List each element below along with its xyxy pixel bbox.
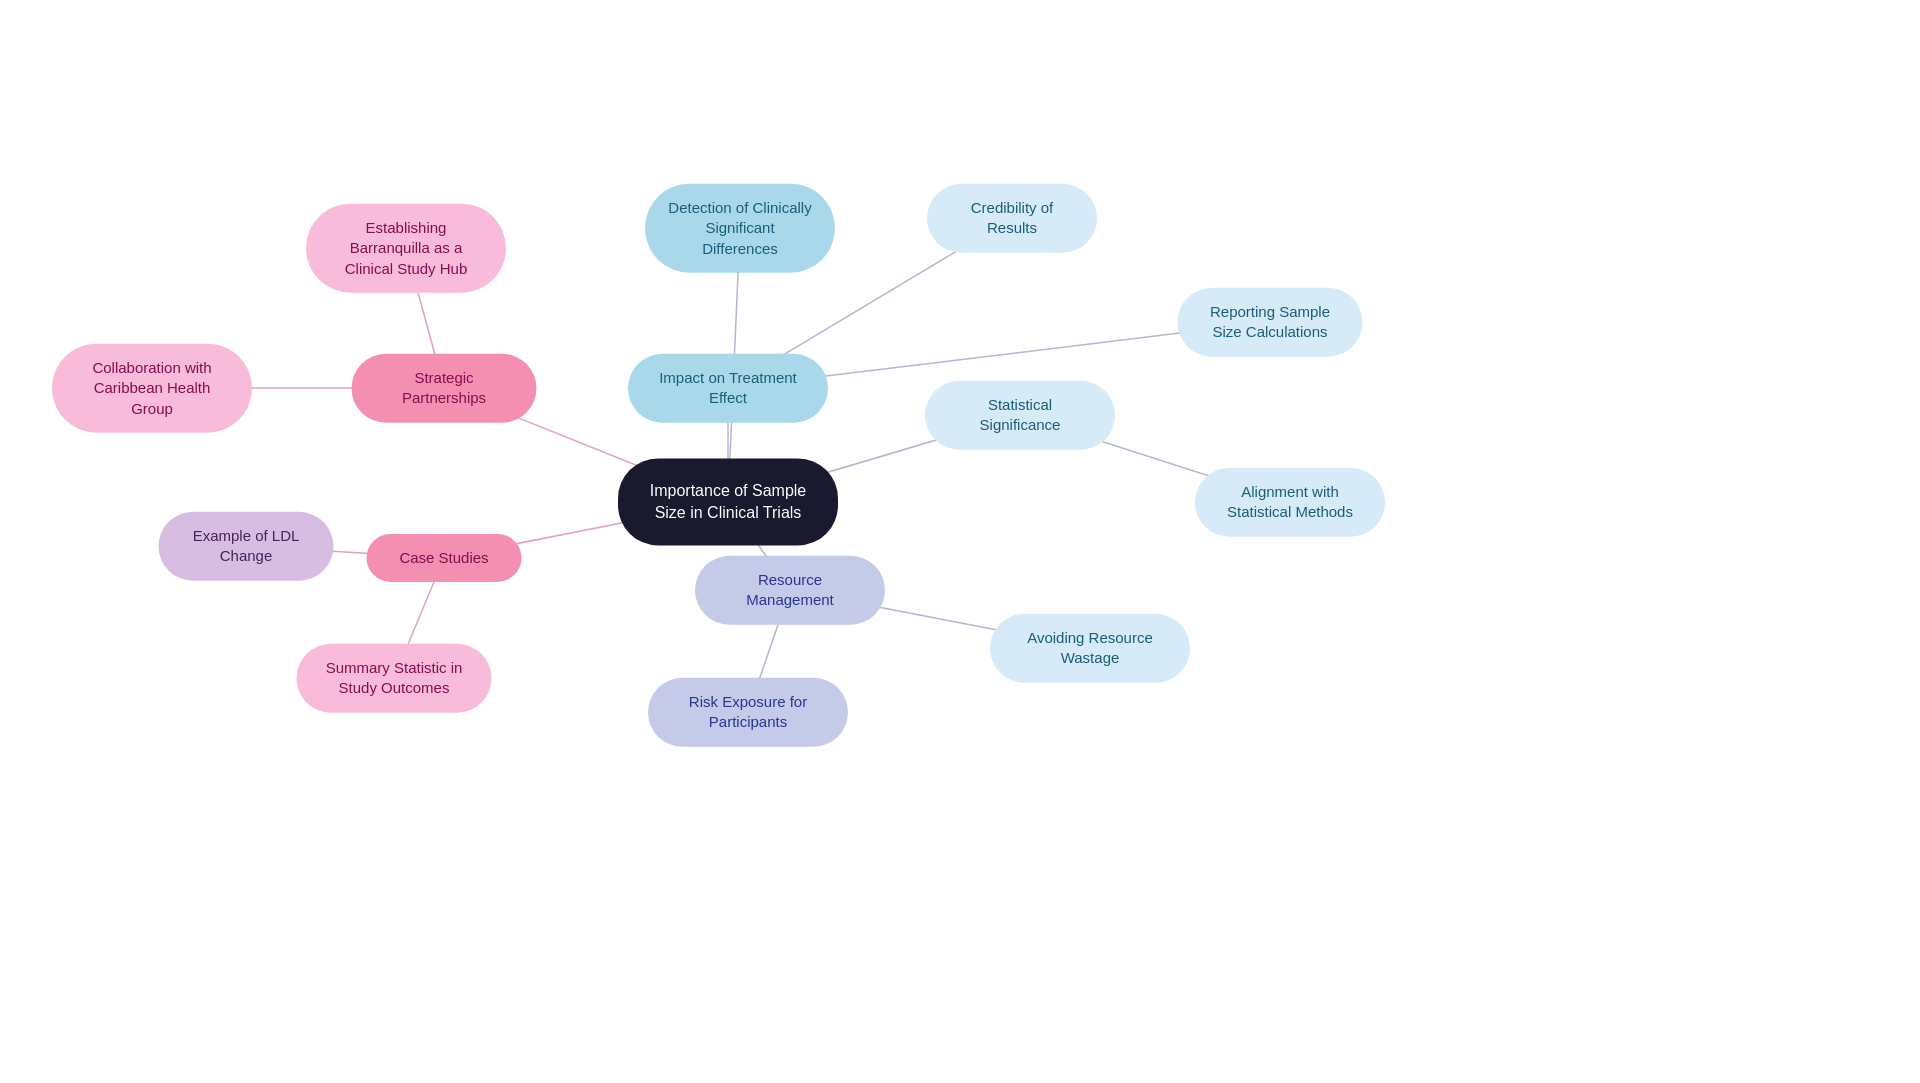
node-detection[interactable]: Detection of Clinically Significant Diff… (645, 184, 835, 273)
node-ldl[interactable]: Example of LDL Change (159, 512, 334, 581)
node-establishing[interactable]: Establishing Barranquilla as a Clinical … (306, 204, 506, 293)
node-caribbean[interactable]: Collaboration with Caribbean Health Grou… (52, 344, 252, 433)
node-avoiding[interactable]: Avoiding Resource Wastage (990, 614, 1190, 683)
node-summary[interactable]: Summary Statistic in Study Outcomes (297, 644, 492, 713)
node-credibility[interactable]: Credibility of Results (927, 184, 1097, 253)
node-strategic[interactable]: Strategic Partnerships (352, 354, 537, 423)
mindmap-container: Importance of Sample Size in Clinical Tr… (0, 0, 1920, 1083)
node-stat-sig[interactable]: Statistical Significance (925, 381, 1115, 450)
center-node[interactable]: Importance of Sample Size in Clinical Tr… (618, 458, 838, 545)
node-reporting[interactable]: Reporting Sample Size Calculations (1178, 288, 1363, 357)
node-impact[interactable]: Impact on Treatment Effect (628, 354, 828, 423)
node-resource-mgmt[interactable]: Resource Management (695, 556, 885, 625)
node-case-studies[interactable]: Case Studies (367, 534, 522, 582)
node-risk[interactable]: Risk Exposure for Participants (648, 678, 848, 747)
node-alignment[interactable]: Alignment with Statistical Methods (1195, 468, 1385, 537)
